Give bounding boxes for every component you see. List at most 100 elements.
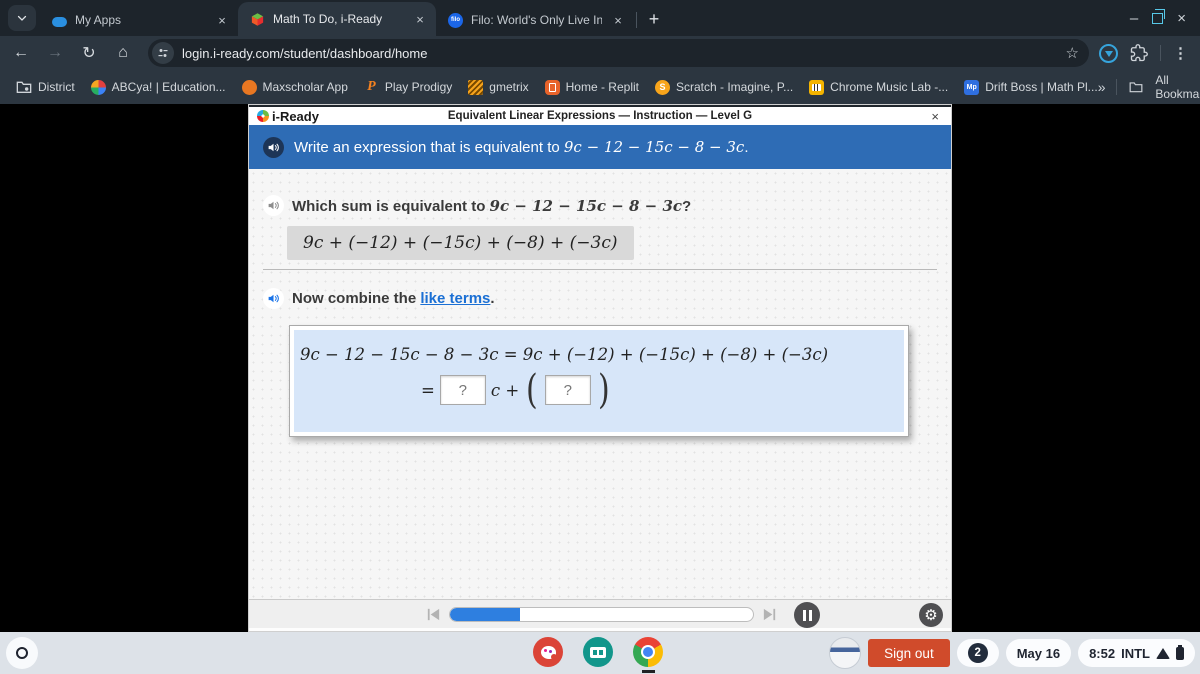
open-paren: (: [526, 367, 538, 413]
tab-close-icon[interactable]: ×: [214, 12, 230, 28]
skip-forward-button[interactable]: [761, 606, 778, 623]
bookmark-gmetrix[interactable]: gmetrix: [468, 79, 529, 95]
shelf-apps: [533, 637, 663, 667]
bookmark-label: gmetrix: [489, 80, 529, 94]
bookmark-label: Play Prodigy: [384, 80, 453, 94]
combine-text: Now combine the like terms.: [292, 290, 495, 307]
bookmark-scratch[interactable]: S Scratch - Imagine, P...: [654, 79, 793, 95]
like-terms-link[interactable]: like terms: [420, 290, 490, 307]
bookmark-maxscholar[interactable]: Maxscholar App: [241, 79, 348, 95]
forward-button[interactable]: →: [42, 40, 68, 66]
lesson-close-button[interactable]: ×: [927, 109, 943, 124]
card-icon: [590, 646, 606, 658]
window-controls: – ×: [1116, 8, 1200, 26]
folder-icon: [1129, 82, 1143, 93]
minimize-button[interactable]: –: [1130, 11, 1138, 26]
gmetrix-icon: [468, 79, 484, 95]
tab-search-button[interactable]: [8, 5, 36, 31]
account-avatar[interactable]: [829, 637, 862, 669]
banner-math: 9c − 12 − 15c − 8 − 3c: [563, 138, 745, 156]
url-text[interactable]: login.i-ready.com/student/dashboard/home: [182, 46, 1066, 61]
iready-favicon: [250, 12, 265, 27]
home-button[interactable]: ⌂: [110, 40, 136, 66]
tab-my-apps[interactable]: My Apps ×: [40, 4, 238, 36]
tab-filo[interactable]: filo Filo: World's Only Live Instant T ×: [436, 4, 634, 36]
prodigy-icon: P: [367, 79, 376, 94]
palette-icon: [540, 645, 557, 660]
bookmark-district[interactable]: District: [16, 80, 75, 94]
bookmarks-bar: District ABCya! | Education... Maxschola…: [0, 70, 1200, 104]
bookmark-music-lab[interactable]: Chrome Music Lab -...: [809, 79, 949, 95]
constant-input[interactable]: [544, 375, 591, 405]
bookmark-label: Maxscholar App: [262, 80, 348, 94]
speaker-icon[interactable]: [263, 288, 284, 309]
notification-pill[interactable]: 2: [956, 639, 999, 667]
combine-row: Now combine the like terms.: [263, 288, 937, 309]
scratch-icon: S: [654, 79, 670, 95]
work-area: 9c − 12 − 15c − 8 − 3c = 9c + (−12) + (−…: [289, 325, 909, 437]
progress-fill: [450, 608, 520, 621]
bookmark-label: District: [38, 80, 75, 94]
bookmark-replit[interactable]: Home - Replit: [544, 79, 639, 95]
bookmarks-overflow-chevron[interactable]: »: [1098, 79, 1106, 95]
tab-title: Math To Do, i-Ready: [273, 12, 383, 26]
bookmark-drift-boss[interactable]: Mp Drift Boss | Math Pl...: [964, 79, 1098, 95]
tab-iready[interactable]: Math To Do, i-Ready ×: [238, 2, 436, 36]
abcya-icon: [90, 79, 106, 95]
back-button[interactable]: ←: [8, 40, 34, 66]
date-text: May 16: [1016, 645, 1061, 661]
page-content: Equivalent Linear Expressions — Instruct…: [0, 104, 1200, 632]
lesson-titlebar: Equivalent Linear Expressions — Instruct…: [249, 105, 951, 125]
bookmark-prodigy[interactable]: P Play Prodigy: [364, 79, 453, 95]
chevron-down-icon: [17, 15, 27, 21]
player-settings-gear-icon[interactable]: ⚙: [919, 603, 943, 627]
maxscholar-icon: [241, 79, 257, 95]
all-bookmarks-button[interactable]: All Bookmarks: [1155, 73, 1200, 101]
date-pill[interactable]: May 16: [1005, 639, 1072, 667]
managed-folder-icon: [16, 81, 32, 93]
toolbar-right: ⋮: [1099, 43, 1200, 63]
extension-shield-icon[interactable]: [1099, 43, 1118, 63]
address-bar[interactable]: login.i-ready.com/student/dashboard/home…: [148, 39, 1089, 67]
question-text: Which sum is equivalent to 9c − 12 − 15c…: [292, 196, 692, 215]
banner-text: Write an expression that is equivalent t…: [294, 138, 749, 156]
speaker-icon[interactable]: [263, 136, 284, 158]
bookmark-label: Drift Boss | Math Pl...: [985, 80, 1098, 94]
bookmark-star-icon[interactable]: ☆: [1066, 44, 1079, 62]
equivalent-sum-box: 9c + (−12) + (−15c) + (−8) + (−3c): [287, 226, 634, 260]
canvas-app-icon[interactable]: [533, 637, 563, 667]
bookmark-abcya[interactable]: ABCya! | Education...: [90, 79, 226, 95]
status-tray[interactable]: 8:52 INTL: [1078, 639, 1195, 667]
bookmark-label: Chrome Music Lab -...: [830, 80, 949, 94]
browser-menu-icon[interactable]: ⋮: [1173, 44, 1188, 62]
extensions-puzzle-icon[interactable]: [1130, 44, 1148, 62]
work-equation-line1: 9c − 12 − 15c − 8 − 3c = 9c + (−12) + (−…: [300, 345, 829, 364]
coefficient-input[interactable]: [439, 375, 486, 405]
tab-separator: [636, 12, 637, 28]
ime-indicator: INTL: [1121, 645, 1150, 661]
launcher-button[interactable]: [6, 637, 38, 669]
speaker-icon[interactable]: [263, 195, 284, 216]
close-window-button[interactable]: ×: [1177, 11, 1186, 26]
chrome-app-icon[interactable]: [633, 637, 663, 667]
drift-boss-icon: Mp: [964, 79, 980, 95]
pause-button[interactable]: [794, 602, 820, 628]
question-math: 9c − 12 − 15c − 8 − 3c: [489, 196, 683, 215]
cards-app-icon[interactable]: [583, 637, 613, 667]
iready-lesson-window: Equivalent Linear Expressions — Instruct…: [248, 104, 952, 632]
bookmarks-divider: [1116, 79, 1118, 95]
bookmarks-right: » All Bookmarks: [1098, 73, 1200, 101]
tab-close-icon[interactable]: ×: [610, 12, 626, 28]
restore-button[interactable]: [1152, 8, 1166, 24]
wifi-icon: [1156, 647, 1170, 659]
lesson-player-bar: ⚙: [249, 599, 951, 631]
new-tab-button[interactable]: +: [641, 6, 667, 32]
work-equation-line2: = c + ( ): [421, 367, 898, 413]
reload-button[interactable]: ↻: [76, 40, 102, 66]
tab-close-icon[interactable]: ×: [412, 11, 428, 27]
skip-back-button[interactable]: [425, 606, 442, 623]
screen: My Apps × Math To Do, i-Ready × filo Fil…: [0, 0, 1200, 674]
sign-out-button[interactable]: Sign out: [868, 639, 950, 667]
progress-bar[interactable]: [449, 607, 754, 622]
site-settings-icon[interactable]: [152, 42, 174, 64]
